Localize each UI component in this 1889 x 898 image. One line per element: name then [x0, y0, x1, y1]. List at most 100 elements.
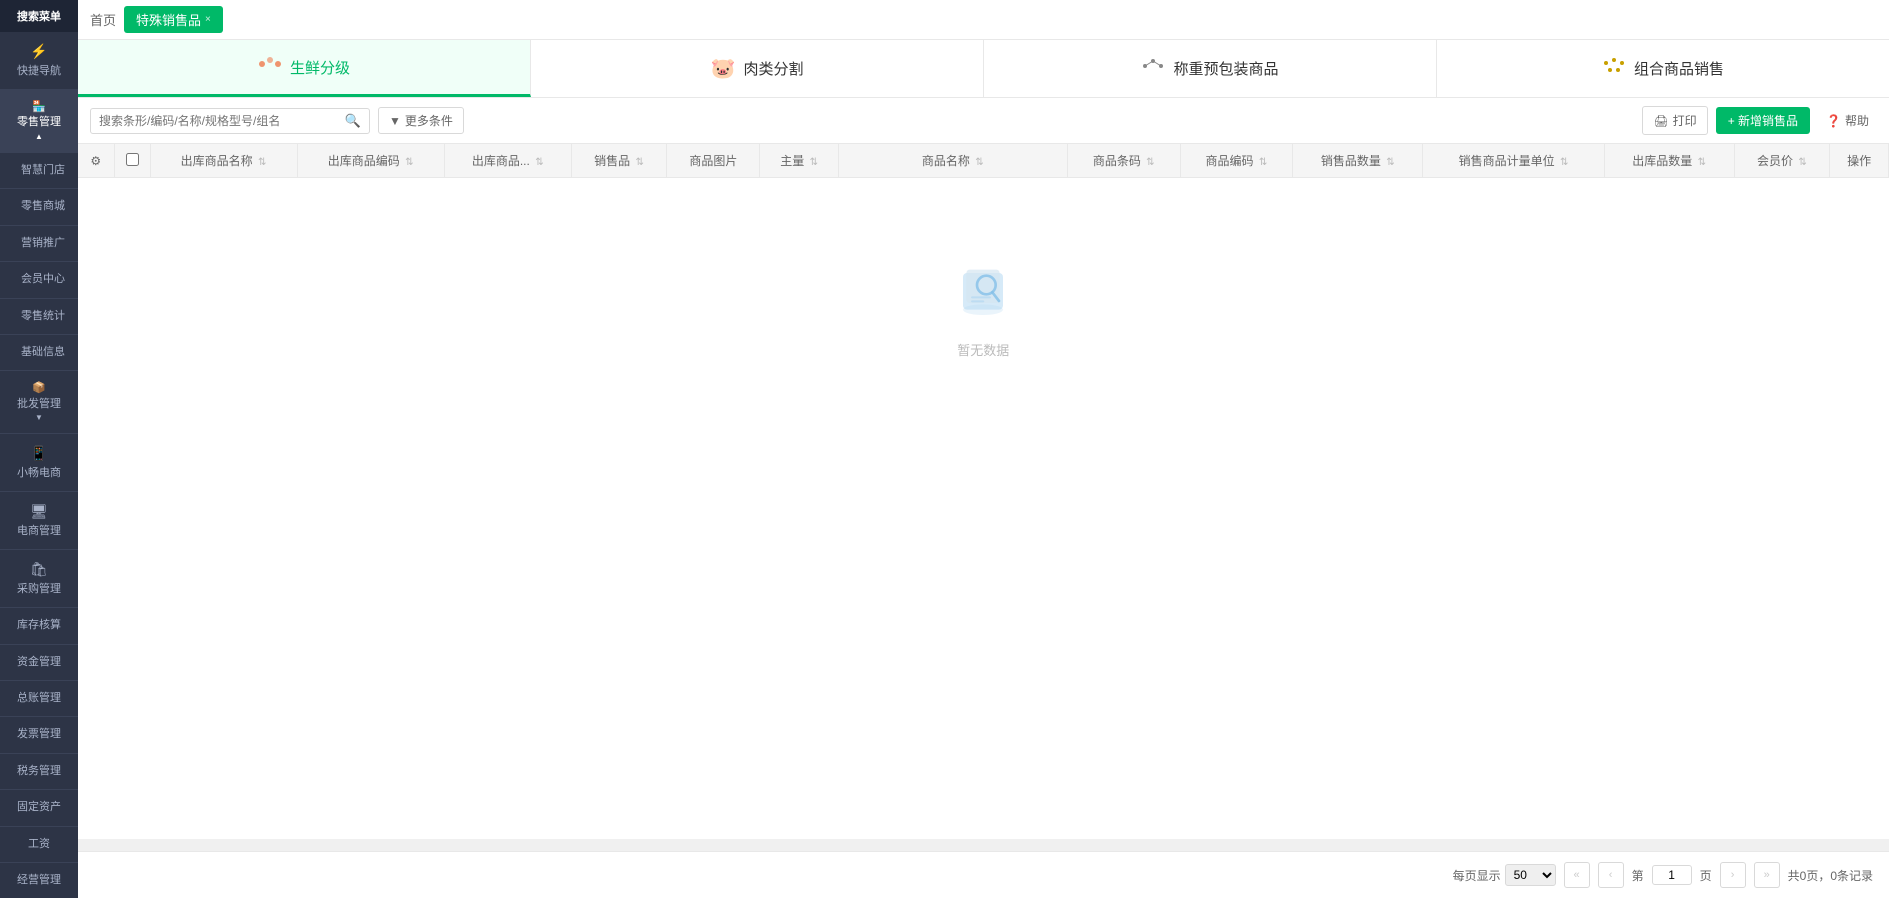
- col-sale-qty-sort[interactable]: ⇅: [1386, 157, 1394, 168]
- last-page-button[interactable]: »: [1754, 862, 1780, 888]
- sidebar-logo[interactable]: 搜索菜单: [0, 0, 78, 32]
- col-barcode[interactable]: 商品条码 ⇅: [1067, 144, 1180, 178]
- col-out-code-sort[interactable]: ⇅: [405, 157, 413, 168]
- cat-tab-meat-cut[interactable]: 🐷 肉类分割: [531, 40, 984, 97]
- col-sale-qty[interactable]: 销售品数量 ⇅: [1293, 144, 1423, 178]
- col-member-price-sort[interactable]: ⇅: [1798, 157, 1806, 168]
- toolbar: 🔍 ▼ 更多条件 🖨 打印 + 新增销售品 ❓ 帮助: [78, 98, 1889, 144]
- filter-label: 更多条件: [405, 112, 453, 129]
- filter-button[interactable]: ▼ 更多条件: [378, 107, 464, 134]
- breadcrumb-home[interactable]: 首页: [90, 10, 116, 29]
- sidebar-item-member-center[interactable]: 会员中心: [0, 262, 78, 298]
- col-action: 操作: [1830, 144, 1889, 178]
- mini-ecom-icon: 📱: [30, 444, 47, 464]
- col-out-code[interactable]: 出库商品编码 ⇅: [297, 144, 444, 178]
- sidebar-item-salary[interactable]: 工资: [0, 827, 78, 863]
- sidebar-item-retail-stats[interactable]: 零售统计: [0, 299, 78, 335]
- search-input-wrap[interactable]: 🔍: [90, 108, 370, 134]
- purchase-mgmt-icon: 🛍: [30, 560, 48, 580]
- sidebar-item-fixed-assets[interactable]: 固定资产: [0, 790, 78, 826]
- page-label-pre: 第: [1632, 867, 1644, 884]
- print-icon: 🖨: [1653, 114, 1668, 128]
- col-out-spec-sort[interactable]: ⇅: [535, 157, 543, 168]
- combo-sale-icon: [1602, 56, 1626, 82]
- col-out-qty-sort[interactable]: ⇅: [1698, 157, 1706, 168]
- col-sale-product-sort[interactable]: ⇅: [636, 157, 644, 168]
- sidebar-item-purchase-mgmt[interactable]: 🛍 采购管理: [0, 550, 78, 608]
- print-button[interactable]: 🖨 打印: [1642, 106, 1707, 135]
- sidebar-item-ops-mgmt[interactable]: 经营管理: [0, 863, 78, 898]
- col-sale-product[interactable]: 销售品 ⇅: [571, 144, 667, 178]
- cat-tab-combo-sale[interactable]: 组合商品销售: [1437, 40, 1889, 97]
- print-label: 打印: [1673, 112, 1697, 129]
- main-content: 首页 特殊销售品 × 生鲜分级 🐷 肉类分割: [78, 0, 1889, 898]
- sidebar-item-sales-promo[interactable]: 营销推广: [0, 226, 78, 262]
- col-checkbox[interactable]: [114, 144, 150, 178]
- help-button[interactable]: ❓ 帮助: [1818, 107, 1877, 134]
- retail-mgmt-icon: 🏪: [32, 100, 46, 115]
- select-all-checkbox[interactable]: [126, 153, 139, 166]
- sidebar-item-wholesale-mgmt[interactable]: 📦 批发管理 ▼: [0, 371, 78, 434]
- sidebar-item-general-ledger[interactable]: 总账管理: [0, 681, 78, 717]
- category-tabs: 生鲜分级 🐷 肉类分割 称重预包装商品: [78, 40, 1889, 98]
- sidebar-item-finance[interactable]: 资金管理: [0, 645, 78, 681]
- help-icon: ❓: [1826, 114, 1841, 128]
- prev-page-button[interactable]: ‹: [1598, 862, 1624, 888]
- col-barcode-sort[interactable]: ⇅: [1146, 157, 1154, 168]
- add-product-label: + 新增销售品: [1728, 112, 1798, 129]
- cat-tab-weighed-pack-label: 称重预包装商品: [1173, 58, 1278, 79]
- active-tab[interactable]: 特殊销售品 ×: [124, 6, 223, 33]
- col-product-image[interactable]: 商品图片: [667, 144, 760, 178]
- page-unit-label: 页: [1700, 867, 1712, 884]
- col-product-code-sort[interactable]: ⇅: [1259, 157, 1267, 168]
- col-out-qty[interactable]: 出库品数量 ⇅: [1604, 144, 1734, 178]
- page-size-wrap: 每页显示 20 50 100: [1453, 864, 1556, 886]
- col-member-price[interactable]: 会员价 ⇅: [1734, 144, 1830, 178]
- horizontal-scrollbar[interactable]: [78, 839, 1889, 851]
- data-table: ⚙ 出库商品名称 ⇅ 出库商品编码 ⇅: [78, 144, 1889, 439]
- sidebar-item-quick-nav[interactable]: ⚡ 快捷导航: [0, 32, 78, 90]
- col-sale-unit-sort[interactable]: ⇅: [1560, 157, 1568, 168]
- active-tab-label: 特殊销售品: [136, 10, 201, 29]
- sidebar-item-ecom-mgmt[interactable]: 🖥 电商管理: [0, 492, 78, 550]
- topbar: 首页 特殊销售品 ×: [78, 0, 1889, 40]
- current-page-input[interactable]: [1652, 865, 1692, 885]
- col-main-weight[interactable]: 主量 ⇅: [760, 144, 838, 178]
- content-area: 生鲜分级 🐷 肉类分割 称重预包装商品: [78, 40, 1889, 898]
- sidebar-item-retail-mgmt[interactable]: 🏪 零售管理 ▲: [0, 90, 78, 153]
- page-size-select[interactable]: 20 50 100: [1505, 864, 1556, 886]
- col-settings[interactable]: ⚙: [78, 144, 114, 178]
- col-out-spec[interactable]: 出库商品... ⇅: [444, 144, 571, 178]
- add-product-button[interactable]: + 新增销售品: [1716, 107, 1810, 134]
- toolbar-right: 🖨 打印 + 新增销售品 ❓ 帮助: [1642, 106, 1877, 135]
- cat-tab-meat-cut-label: 肉类分割: [743, 58, 803, 79]
- cat-tab-fresh-grade-label: 生鲜分级: [290, 57, 350, 78]
- search-input[interactable]: [99, 114, 341, 128]
- cat-tab-combo-sale-label: 组合商品销售: [1634, 58, 1724, 79]
- cat-tab-fresh-grade[interactable]: 生鲜分级: [78, 40, 531, 97]
- data-table-wrap: ⚙ 出库商品名称 ⇅ 出库商品编码 ⇅: [78, 144, 1889, 839]
- col-product-code[interactable]: 商品编码 ⇅: [1180, 144, 1293, 178]
- col-product-name-sort[interactable]: ⇅: [975, 157, 983, 168]
- first-page-button[interactable]: «: [1564, 862, 1590, 888]
- col-sale-unit[interactable]: 销售商品计量单位 ⇅: [1423, 144, 1604, 178]
- sidebar-item-inventory[interactable]: 库存核算: [0, 608, 78, 644]
- col-main-weight-sort[interactable]: ⇅: [810, 157, 818, 168]
- sidebar-item-tax[interactable]: 税务管理: [0, 754, 78, 790]
- col-out-name[interactable]: 出库商品名称 ⇅: [150, 144, 297, 178]
- pagination-bar: 每页显示 20 50 100 « ‹ 第 页 › » 共0页，0条记录: [78, 851, 1889, 898]
- sidebar-item-retail-mall[interactable]: 零售商城: [0, 189, 78, 225]
- sidebar-item-smart-store[interactable]: 智慧门店: [0, 153, 78, 189]
- sidebar-item-mini-ecom[interactable]: 📱 小畅电商: [0, 434, 78, 492]
- col-product-name[interactable]: 商品名称 ⇅: [838, 144, 1067, 178]
- sidebar-item-basic-info[interactable]: 基础信息: [0, 335, 78, 371]
- next-page-button[interactable]: ›: [1720, 862, 1746, 888]
- cat-tab-weighed-pack[interactable]: 称重预包装商品: [984, 40, 1437, 97]
- help-label: 帮助: [1845, 112, 1869, 129]
- wholesale-mgmt-icon: 📦: [32, 381, 46, 396]
- col-out-name-sort[interactable]: ⇅: [258, 157, 266, 168]
- quick-nav-icon: ⚡: [30, 42, 47, 62]
- close-tab-icon[interactable]: ×: [205, 14, 211, 25]
- sidebar-item-invoice[interactable]: 发票管理: [0, 717, 78, 753]
- wholesale-mgmt-arrow: ▼: [35, 412, 43, 423]
